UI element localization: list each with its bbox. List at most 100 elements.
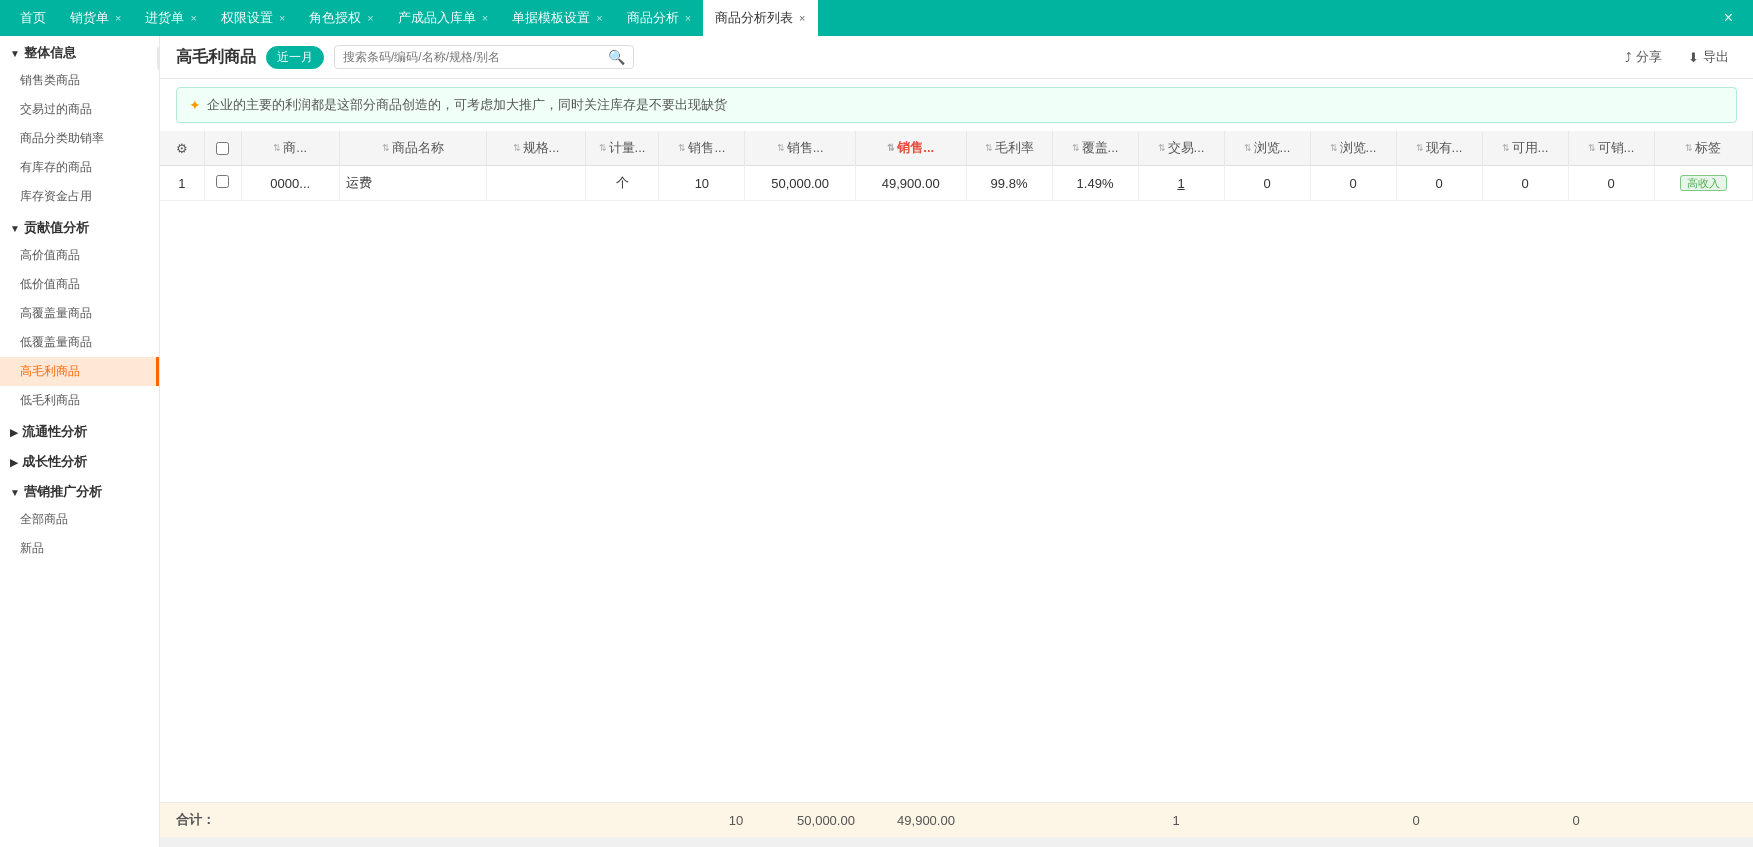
col-header-unit[interactable]: ⇅ 计量...	[585, 131, 659, 166]
nav-permission-settings[interactable]: 权限设置 ×	[209, 0, 297, 36]
settings-icon[interactable]: ⚙	[176, 141, 188, 156]
sidebar-item-inventory-goods[interactable]: 有库存的商品	[0, 153, 159, 182]
sort-icon-gross-rate: ⇅	[985, 143, 993, 153]
sidebar-collapse-button[interactable]: 《	[157, 46, 160, 70]
sidebar-item-low-margin[interactable]: 低毛利商品	[0, 386, 159, 415]
nav-close-role[interactable]: ×	[367, 12, 373, 24]
sort-icon-stock1: ⇅	[1416, 143, 1424, 153]
sort-icon-stock2: ⇅	[1502, 143, 1510, 153]
row-browse1: 0	[1224, 166, 1310, 201]
search-icon[interactable]: 🔍	[608, 49, 625, 65]
share-button[interactable]: ⤴ 分享	[1617, 44, 1670, 70]
sidebar-item-high-coverage[interactable]: 高覆盖量商品	[0, 299, 159, 328]
nav-purchase-order[interactable]: 进货单 ×	[133, 0, 208, 36]
nav-sales-order[interactable]: 销货单 ×	[58, 0, 133, 36]
col-header-sales-qty[interactable]: ⇅ 销售...	[659, 131, 745, 166]
sidebar-item-low-value[interactable]: 低价值商品	[0, 270, 159, 299]
scrollbar-inner	[160, 837, 1753, 838]
section-arrow-contribution: ▼	[10, 223, 20, 234]
table-header-row: ⚙ ⇅ 商...	[160, 131, 1753, 166]
search-input[interactable]	[343, 50, 608, 64]
sidebar-section-growth[interactable]: ▶ 成长性分析	[0, 445, 159, 475]
content-header: 高毛利商品 近一月 🔍 ⤴ 分享 ⬇ 导出	[160, 36, 1753, 79]
nav-finished-goods[interactable]: 产成品入库单 ×	[386, 0, 500, 36]
sort-icon-tag: ⇅	[1685, 143, 1693, 153]
select-all-checkbox[interactable]	[216, 142, 229, 155]
col-header-name[interactable]: ⇅ 商品名称	[339, 131, 486, 166]
content-area: 高毛利商品 近一月 🔍 ⤴ 分享 ⬇ 导出 ✦ 企业的主要的利润都是这部分商品创…	[160, 36, 1753, 847]
horizontal-scrollbar[interactable]	[160, 837, 1753, 847]
sidebar-section-overall[interactable]: ▼ 整体信息	[0, 36, 159, 66]
nav-close-purchase[interactable]: ×	[190, 12, 196, 24]
footer-sales-profit: 49,900.00	[881, 813, 971, 828]
nav-close-permission[interactable]: ×	[279, 12, 285, 24]
sidebar-item-high-margin[interactable]: 高毛利商品	[0, 357, 159, 386]
sidebar-item-low-coverage[interactable]: 低覆盖量商品	[0, 328, 159, 357]
col-header-sales-amt[interactable]: ⇅ 销售...	[745, 131, 856, 166]
nav-close-analysis-list[interactable]: ×	[799, 12, 805, 24]
sort-icon-cover: ⇅	[1072, 143, 1080, 153]
col-header-code[interactable]: ⇅ 商...	[241, 131, 339, 166]
row-num: 1	[160, 166, 204, 201]
data-table: ⚙ ⇅ 商...	[160, 131, 1753, 201]
nav-close-analysis[interactable]: ×	[685, 12, 691, 24]
col-header-browse1[interactable]: ⇅ 浏览...	[1224, 131, 1310, 166]
sidebar-item-new-goods[interactable]: 新品	[0, 534, 159, 563]
row-cover: 1.49%	[1052, 166, 1138, 201]
row-stock2: 0	[1482, 166, 1568, 201]
sidebar-item-category-rate[interactable]: 商品分类助销率	[0, 124, 159, 153]
row-sales-qty: 10	[659, 166, 745, 201]
export-button[interactable]: ⬇ 导出	[1680, 44, 1737, 70]
col-header-sales-profit[interactable]: ⇅ 销售...	[855, 131, 966, 166]
nav-close-finished[interactable]: ×	[482, 12, 488, 24]
sort-icon-browse1: ⇅	[1244, 143, 1252, 153]
nav-template-settings[interactable]: 单据模板设置 ×	[500, 0, 614, 36]
table-body: 1 0000... 运费 个 10 50,000.00 49,900.00 99…	[160, 166, 1753, 201]
info-icon: ✦	[189, 97, 201, 113]
col-header-stock1[interactable]: ⇅ 现有...	[1396, 131, 1482, 166]
sidebar-item-traded-goods[interactable]: 交易过的商品	[0, 95, 159, 124]
nav-product-analysis-list[interactable]: 商品分析列表 ×	[703, 0, 817, 36]
footer-stock1: 0	[1381, 813, 1451, 828]
col-header-tag[interactable]: ⇅ 标签	[1654, 131, 1752, 166]
col-header-spec[interactable]: ⇅ 规格...	[487, 131, 585, 166]
sort-icon-browse2: ⇅	[1330, 143, 1338, 153]
section-arrow-marketing: ▼	[10, 487, 20, 498]
sidebar: 《 ▼ 整体信息 销售类商品 交易过的商品 商品分类助销率 有库存的商品 库存资…	[0, 36, 160, 847]
trade-link[interactable]: 1	[1177, 176, 1184, 191]
sidebar-item-inventory-capital[interactable]: 库存资金占用	[0, 182, 159, 211]
window-close-button[interactable]: ×	[1712, 0, 1745, 36]
main-layout: 《 ▼ 整体信息 销售类商品 交易过的商品 商品分类助销率 有库存的商品 库存资…	[0, 36, 1753, 847]
col-header-saleable[interactable]: ⇅ 可销...	[1568, 131, 1654, 166]
nav-role-auth[interactable]: 角色授权 ×	[297, 0, 385, 36]
sort-icon-code: ⇅	[273, 143, 281, 153]
section-arrow-growth: ▶	[10, 457, 18, 468]
sidebar-section-marketing[interactable]: ▼ 营销推广分析	[0, 475, 159, 505]
col-header-gross-rate[interactable]: ⇅ 毛利率	[966, 131, 1052, 166]
row-spec	[487, 166, 585, 201]
nav-home[interactable]: 首页	[8, 0, 58, 36]
col-header-stock2[interactable]: ⇅ 可用...	[1482, 131, 1568, 166]
col-header-check[interactable]	[204, 131, 241, 166]
row-check[interactable]	[204, 166, 241, 201]
filter-last-month-button[interactable]: 近一月	[266, 46, 324, 69]
sort-icon-sales-amt: ⇅	[777, 143, 785, 153]
nav-close-template[interactable]: ×	[596, 12, 602, 24]
sidebar-item-high-value[interactable]: 高价值商品	[0, 241, 159, 270]
footer-sales-qty: 10	[701, 813, 771, 828]
row-trade: 1	[1138, 166, 1224, 201]
sidebar-section-liquidity[interactable]: ▶ 流通性分析	[0, 415, 159, 445]
sort-icon-spec: ⇅	[513, 143, 521, 153]
sidebar-item-all-goods[interactable]: 全部商品	[0, 505, 159, 534]
nav-close-sales[interactable]: ×	[115, 12, 121, 24]
table-footer: 合计： 10 50,000.00 49,900.00 1 0 0	[160, 802, 1753, 837]
row-checkbox[interactable]	[216, 175, 229, 188]
row-name: 运费	[339, 166, 486, 201]
col-header-trade[interactable]: ⇅ 交易...	[1138, 131, 1224, 166]
sidebar-item-sales-goods[interactable]: 销售类商品	[0, 66, 159, 95]
col-header-cover[interactable]: ⇅ 覆盖...	[1052, 131, 1138, 166]
nav-product-analysis[interactable]: 商品分析 ×	[615, 0, 703, 36]
sidebar-section-contribution[interactable]: ▼ 贡献值分析	[0, 211, 159, 241]
sort-icon-sales-profit: ⇅	[887, 143, 895, 153]
col-header-browse2[interactable]: ⇅ 浏览...	[1310, 131, 1396, 166]
